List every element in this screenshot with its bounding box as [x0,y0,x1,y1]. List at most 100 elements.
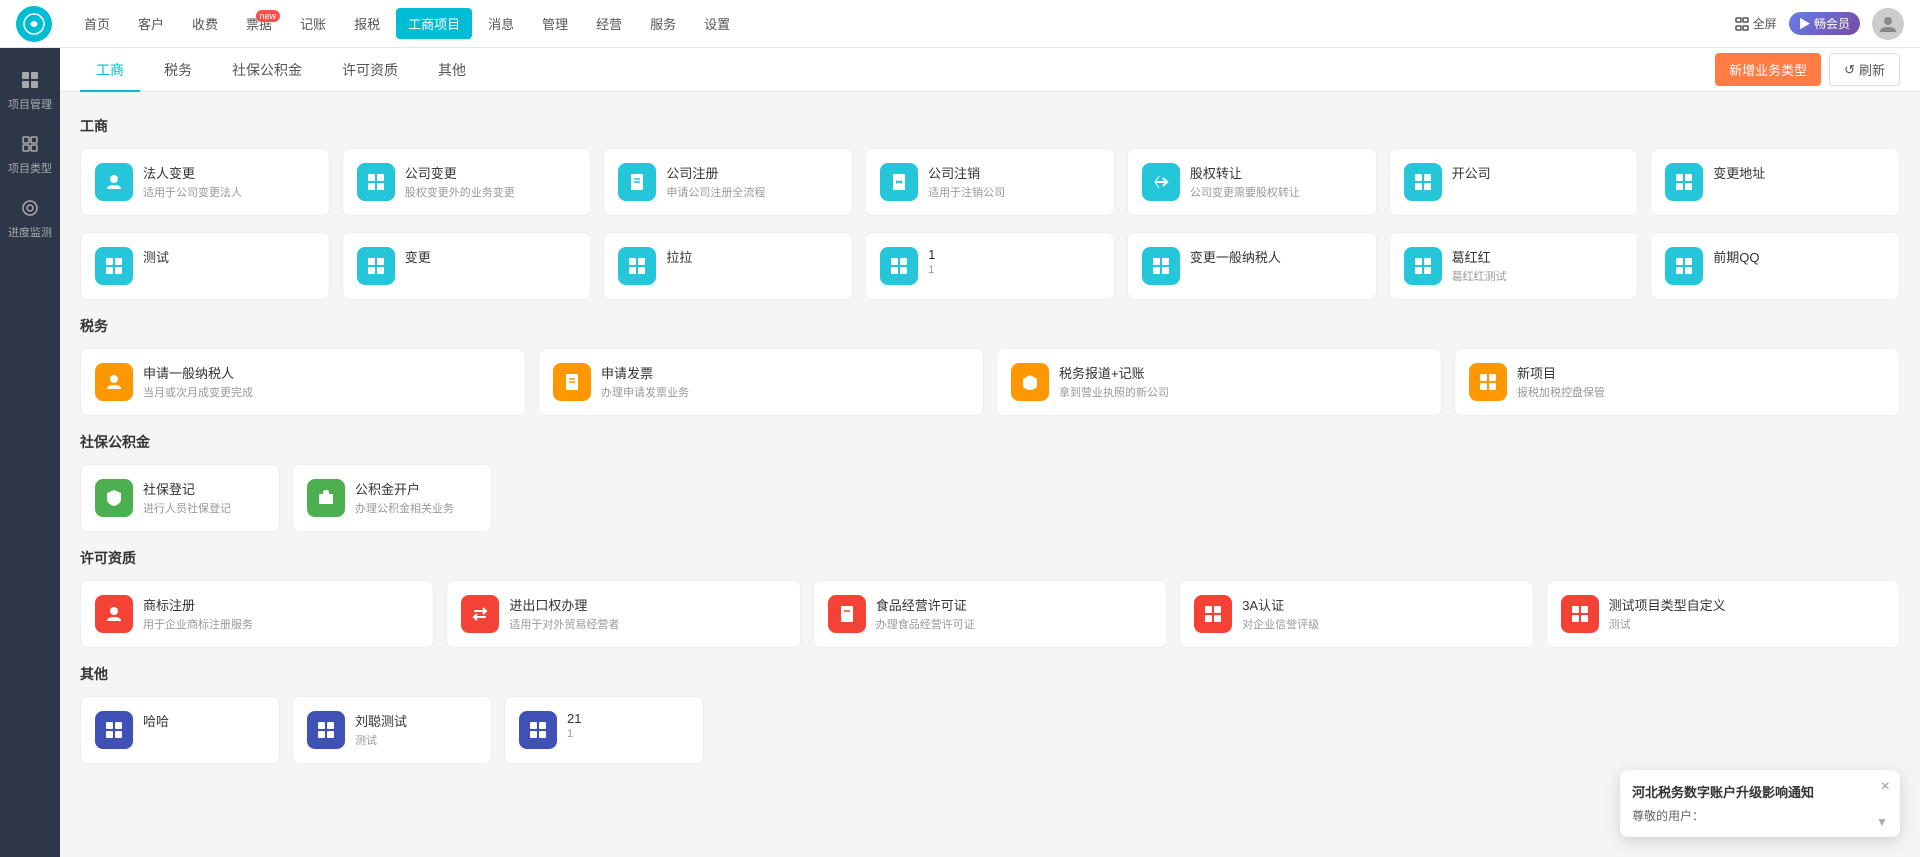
sidebar-item-project-type[interactable]: 项目类型 [0,122,60,186]
sidebar: 项目管理 项目类型 进度监测 [0,48,60,857]
card-3a-cert[interactable]: 3A认证 对企业信誉评级 [1179,580,1533,648]
notification-title: 河北税务数字账户升级影响通知 [1632,782,1888,801]
tab-shuiwu[interactable]: 税务 [148,48,208,92]
new-type-button[interactable]: 新增业务类型 [1715,53,1821,86]
card-21[interactable]: 21 1 [504,696,704,764]
card-kai-gongsi[interactable]: 开公司 [1389,148,1639,216]
card-title: 股权转让 [1190,163,1362,182]
tab-xuke[interactable]: 许可资质 [326,48,414,92]
card-title: 拉拉 [666,247,838,266]
notification-close-button[interactable]: × [1881,778,1890,796]
card-title: 法人变更 [143,163,315,182]
card-desc: 葛红红测试 [1452,268,1624,284]
nav-settings[interactable]: 设置 [692,8,742,39]
card-new-project[interactable]: 新项目 报税加税控盘保管 [1454,348,1900,416]
card-icon-ceshi [95,247,133,285]
card-test-type[interactable]: 测试项目类型自定义 测试 [1546,580,1900,648]
card-biangeng2[interactable]: 变更 [342,232,592,300]
nav-bookkeeping[interactable]: 记账 [288,8,338,39]
vip-icon: ▶ [1799,17,1811,31]
section-title-shebao: 社保公积金 [80,432,1900,452]
nav-tax[interactable]: 报税 [342,8,392,39]
nav-messages[interactable]: 消息 [476,8,526,39]
nav-business-projects[interactable]: 工商项目 [396,8,472,39]
card-liucong-test[interactable]: 刘聪测试 测试 [292,696,492,764]
card-icon-change2 [357,247,395,285]
card-desc: 用于企业商标注册服务 [143,616,419,632]
nav-customer[interactable]: 客户 [126,8,176,39]
card-haha[interactable]: 哈哈 [80,696,280,764]
project-type-icon [18,132,42,156]
nav-tickets[interactable]: 票据 new [234,8,284,39]
card-gongsi-biangeng[interactable]: 公司变更 股权变更外的业务变更 [342,148,592,216]
card-food-license[interactable]: 食品经营许可证 办理食品经营许可证 [813,580,1167,648]
fullscreen-button[interactable]: 全屏 [1735,15,1777,32]
sidebar-item-project-management[interactable]: 项目管理 [0,58,60,122]
card-icon-21 [519,711,557,749]
card-gongsi-zhuce[interactable]: 公司注册 申请公司注册全流程 [603,148,853,216]
card-gongsi-zhuxiao[interactable]: 公司注销 适用于注销公司 [865,148,1115,216]
sidebar-project-type-label: 项目类型 [8,160,52,176]
tab-gongshang[interactable]: 工商 [80,48,140,92]
card-title: 公司注销 [928,163,1100,182]
card-apply-general-taxpayer[interactable]: 申请一般纳税人 当月或次月成变更完成 [80,348,526,416]
card-provident-fund[interactable]: 公积金开户 办理公积金相关业务 [292,464,492,532]
tab-qita[interactable]: 其他 [422,48,482,92]
sub-navigation: 工商 税务 社保公积金 许可资质 其他 新增业务类型 ↺ 刷新 [60,48,1920,92]
card-desc: 适用于公司变更法人 [143,184,315,200]
tab-shebao[interactable]: 社保公积金 [216,48,318,92]
card-desc: 申请公司注册全流程 [666,184,838,200]
user-avatar[interactable] [1872,8,1904,40]
card-ge-honghong[interactable]: 葛红红 葛红红测试 [1389,232,1639,300]
shebao-cards: 社保登记 进行人员社保登记 公积金开户 办理公积金相关业务 [80,464,1900,532]
card-icon-change-address [1665,163,1703,201]
card-title: 商标注册 [143,595,419,614]
card-title: 食品经营许可证 [876,595,1152,614]
card-desc: 办理食品经营许可证 [876,616,1152,632]
card-apply-invoice[interactable]: 申请发票 办理申请发票业务 [538,348,984,416]
card-icon-one [880,247,918,285]
card-qianqi-qq[interactable]: 前期QQ [1650,232,1900,300]
card-lala[interactable]: 拉拉 [603,232,853,300]
card-title: 公司变更 [405,163,577,182]
card-gupuan-zhuanrang[interactable]: 股权转让 公司变更需要股权转让 [1127,148,1377,216]
sidebar-item-progress-monitor[interactable]: 进度监测 [0,186,60,250]
card-icon-gongsi-register [618,163,656,201]
card-icon-import-export [461,595,499,633]
fullscreen-label: 全屏 [1753,15,1777,32]
card-desc: 1 [567,728,689,740]
card-social-insurance[interactable]: 社保登记 进行人员社保登记 [80,464,280,532]
nav-management[interactable]: 管理 [530,8,580,39]
card-one[interactable]: 1 1 [865,232,1115,300]
card-biangeng-納税[interactable]: 变更一般纳税人 [1127,232,1377,300]
card-trademark[interactable]: 商标注册 用于企业商标注册服务 [80,580,434,648]
notification-popup: × 河北税务数字账户升级影响通知 尊敬的用户： ▼ [1620,770,1900,837]
card-desc: 报税加税控盘保管 [1517,384,1885,400]
gongshang-cards-row2: 测试 变更 拉拉 [80,232,1900,300]
card-icon-gongsi-cancel [880,163,918,201]
sub-nav-actions: 新增业务类型 ↺ 刷新 [1715,53,1900,86]
vip-button[interactable]: ▶ 畅会员 [1789,12,1860,35]
card-faren-biangeng[interactable]: 法人变更 适用于公司变更法人 [80,148,330,216]
card-import-export[interactable]: 进出口权办理 适用于对外贸易经营者 [446,580,800,648]
nav-operations[interactable]: 经营 [584,8,634,39]
card-ceshi[interactable]: 测试 [80,232,330,300]
project-management-icon [18,68,42,92]
nav-services[interactable]: 服务 [638,8,688,39]
card-title: 3A认证 [1242,595,1518,614]
card-tax-report-bookkeeping[interactable]: 税务报道+记账 拿到营业执照的新公司 [996,348,1442,416]
card-desc: 办理公积金相关业务 [355,500,477,516]
nav-billing[interactable]: 收费 [180,8,230,39]
content-area: 工商 法人变更 适用于公司变更法人 公司变更 股权变更外的业务变更 [60,92,1920,796]
card-title: 葛红红 [1452,247,1624,266]
card-desc: 当月或次月成变更完成 [143,384,511,400]
card-icon-apply-taxpayer [95,363,133,401]
card-title: 社保登记 [143,479,265,498]
notification-scroll-indicator: ▼ [1876,815,1888,829]
card-icon-lala [618,247,656,285]
section-title-qita: 其他 [80,664,1900,684]
nav-home[interactable]: 首页 [72,8,122,39]
refresh-button[interactable]: ↺ 刷新 [1829,53,1900,86]
card-icon-open-company [1404,163,1442,201]
card-biangeng-dizhi[interactable]: 变更地址 [1650,148,1900,216]
